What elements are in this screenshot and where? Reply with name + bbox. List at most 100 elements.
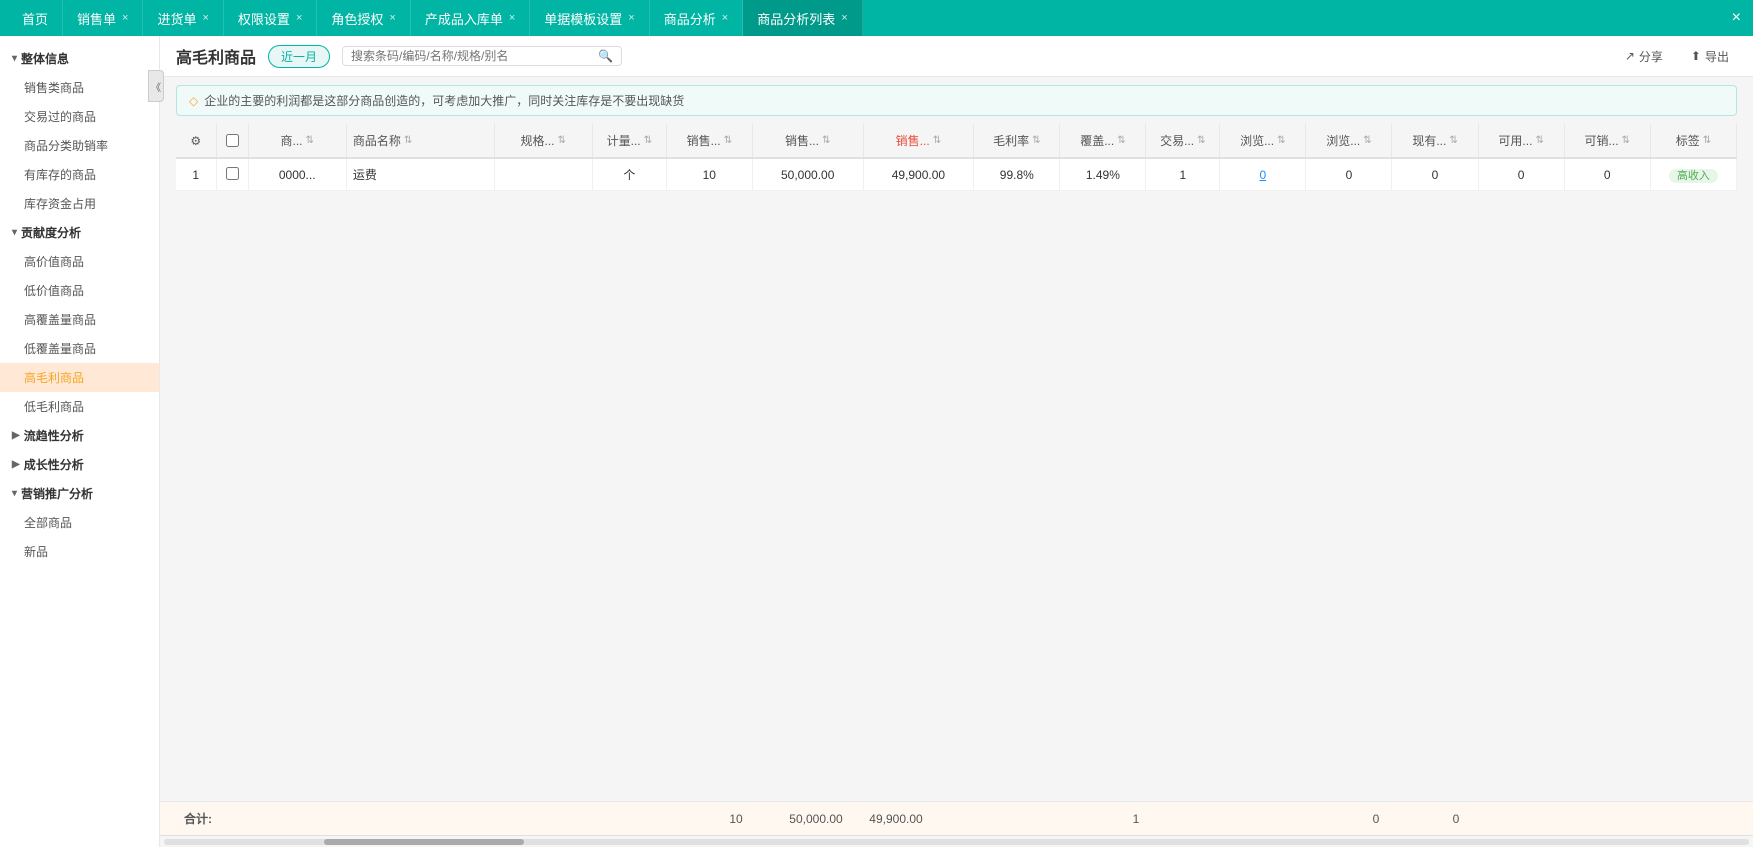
- sidebar-group-contribution[interactable]: ▾ 贡献度分析: [0, 218, 159, 247]
- window-close-icon[interactable]: ×: [1732, 9, 1741, 27]
- select-all-checkbox[interactable]: [226, 134, 239, 147]
- nav-permissions-close[interactable]: ×: [296, 12, 302, 24]
- nav-stock-in[interactable]: 产成品入库单 ×: [411, 0, 530, 36]
- nav-template-close[interactable]: ×: [628, 12, 634, 24]
- nav-stock-in-close[interactable]: ×: [509, 12, 515, 24]
- sidebar-group-marketing[interactable]: ▾ 营销推广分析: [0, 479, 159, 508]
- sidebar-item-high-value[interactable]: 高价值商品: [0, 247, 159, 276]
- sidebar-item-all-goods[interactable]: 全部商品: [0, 508, 159, 537]
- cell-unit: 个: [592, 158, 666, 191]
- sidebar-item-high-coverage[interactable]: 高覆盖量商品: [0, 305, 159, 334]
- export-icon: ⬆: [1691, 49, 1701, 63]
- sort-icon-unit: ⇅: [644, 135, 652, 146]
- arrow-trend: ▶: [12, 430, 20, 441]
- sidebar: ▾ 整体信息 销售类商品 交易过的商品 商品分类助销率 有库存的商品 库存资金占…: [0, 36, 160, 847]
- sort-icon-name: ⇅: [404, 135, 412, 146]
- sort-icon-trade: ⇅: [1197, 135, 1205, 146]
- page-title: 高毛利商品: [176, 44, 256, 68]
- footer-label: 合计:: [176, 810, 376, 827]
- nav-sales[interactable]: 销售单 ×: [63, 0, 143, 36]
- nav-roles[interactable]: 角色授权 ×: [317, 0, 410, 36]
- col-header-browse2[interactable]: 浏览... ⇅: [1306, 124, 1392, 158]
- sidebar-item-new-goods[interactable]: 新品: [0, 537, 159, 566]
- cell-current: 0: [1392, 158, 1478, 191]
- scrollbar-thumb[interactable]: [324, 839, 524, 845]
- cell-tag: 高收入: [1650, 158, 1736, 191]
- header-actions: ↗ 分享 ⬆ 导出: [1617, 46, 1737, 67]
- export-btn[interactable]: ⬆ 导出: [1683, 46, 1737, 67]
- col-header-browse1[interactable]: 浏览... ⇅: [1220, 124, 1306, 158]
- cell-code: 0000...: [248, 158, 346, 191]
- nav-home[interactable]: 首页: [8, 0, 63, 36]
- info-icon: ◇: [189, 94, 198, 108]
- sidebar-item-high-margin[interactable]: 高毛利商品: [0, 363, 159, 392]
- sidebar-collapse-btn[interactable]: 《: [148, 70, 164, 102]
- col-header-saleable[interactable]: 可销... ⇅: [1564, 124, 1650, 158]
- sidebar-group-growth[interactable]: ▶ 成长性分析: [0, 450, 159, 479]
- cell-trade: 1: [1146, 158, 1220, 191]
- cell-spec: [494, 158, 592, 191]
- sidebar-group-trend[interactable]: ▶ 流趋性分析: [0, 421, 159, 450]
- sidebar-group-overall[interactable]: ▾ 整体信息: [0, 44, 159, 73]
- nav-analysis-list[interactable]: 商品分析列表 ×: [743, 0, 862, 36]
- nav-purchase[interactable]: 进货单 ×: [143, 0, 223, 36]
- col-header-sales-qty[interactable]: 销售... ⇅: [666, 124, 752, 158]
- sort-icon-gross-rate: ⇅: [1032, 135, 1040, 146]
- sort-icon-browse2: ⇅: [1363, 135, 1371, 146]
- bottom-scrollbar[interactable]: [160, 835, 1753, 847]
- info-banner: ◇ 企业的主要的利润都是这部分商品创造的，可考虑加大推广，同时关注库存是不要出现…: [176, 85, 1737, 116]
- cell-gross-rate: 99.8%: [974, 158, 1060, 191]
- cell-check[interactable]: [216, 158, 248, 191]
- sidebar-item-stocked-goods[interactable]: 有库存的商品: [0, 160, 159, 189]
- sort-icon-saleable: ⇅: [1622, 135, 1630, 146]
- col-header-gross-rate[interactable]: 毛利率 ⇅: [974, 124, 1060, 158]
- row-checkbox[interactable]: [226, 167, 239, 180]
- filter-btn-month[interactable]: 近一月: [268, 45, 330, 68]
- arrow-overall: ▾: [12, 53, 17, 64]
- sidebar-item-category-rate[interactable]: 商品分类助销率: [0, 131, 159, 160]
- col-header-current[interactable]: 现有... ⇅: [1392, 124, 1478, 158]
- sort-icon-code: ⇅: [306, 135, 314, 146]
- col-header-settings[interactable]: ⚙: [176, 124, 216, 158]
- col-header-sales-amt[interactable]: 销售... ⇅: [752, 124, 863, 158]
- col-header-available[interactable]: 可用... ⇅: [1478, 124, 1564, 158]
- sidebar-item-stock-capital[interactable]: 库存资金占用: [0, 189, 159, 218]
- table-body: 1 0000... 运费 个 10 50,000.00 49,900.00 99…: [176, 158, 1737, 191]
- nav-sales-close[interactable]: ×: [122, 12, 128, 24]
- col-header-check[interactable]: [216, 124, 248, 158]
- sidebar-item-low-coverage[interactable]: 低覆盖量商品: [0, 334, 159, 363]
- col-header-sales-profit[interactable]: 销售... ⇅: [863, 124, 974, 158]
- scrollbar-track: [164, 839, 1749, 845]
- nav-purchase-close[interactable]: ×: [202, 12, 208, 24]
- nav-analysis-list-close[interactable]: ×: [841, 12, 847, 24]
- col-header-name[interactable]: 商品名称 ⇅: [346, 124, 494, 158]
- table-footer: 合计: 10 50,000.00 49,900.00 1 0 0: [160, 801, 1753, 835]
- top-nav: 首页 销售单 × 进货单 × 权限设置 × 角色授权 × 产成品入库单 × 单据…: [0, 0, 1753, 36]
- sidebar-item-low-value[interactable]: 低价值商品: [0, 276, 159, 305]
- sidebar-item-traded-goods[interactable]: 交易过的商品: [0, 102, 159, 131]
- nav-analysis-close[interactable]: ×: [722, 12, 728, 24]
- col-header-coverage[interactable]: 覆盖... ⇅: [1060, 124, 1146, 158]
- nav-roles-close[interactable]: ×: [389, 12, 395, 24]
- search-icon[interactable]: 🔍: [598, 49, 613, 63]
- cell-sales-amount: 50,000.00: [752, 158, 863, 191]
- cell-browse1[interactable]: 0: [1220, 158, 1306, 191]
- nav-analysis[interactable]: 商品分析 ×: [650, 0, 743, 36]
- col-header-tag[interactable]: 标签 ⇅: [1650, 124, 1736, 158]
- nav-template[interactable]: 单据模板设置 ×: [530, 0, 649, 36]
- nav-permissions[interactable]: 权限设置 ×: [224, 0, 317, 36]
- table-wrapper[interactable]: ⚙ 商... ⇅ 商品名称: [160, 124, 1753, 801]
- footer-sales-profit: 49,900.00: [856, 812, 936, 826]
- share-btn[interactable]: ↗ 分享: [1617, 46, 1671, 67]
- search-input[interactable]: [351, 49, 598, 63]
- sort-icon-coverage: ⇅: [1117, 135, 1125, 146]
- col-header-code[interactable]: 商... ⇅: [248, 124, 346, 158]
- footer-sales-amount: 50,000.00: [776, 812, 856, 826]
- cell-name: 运费: [346, 158, 494, 191]
- sidebar-item-low-margin[interactable]: 低毛利商品: [0, 392, 159, 421]
- col-header-unit[interactable]: 计量... ⇅: [592, 124, 666, 158]
- col-header-trade[interactable]: 交易... ⇅: [1146, 124, 1220, 158]
- footer-sales-qty: 10: [696, 812, 776, 826]
- col-header-spec[interactable]: 规格... ⇅: [494, 124, 592, 158]
- sidebar-item-sales-goods[interactable]: 销售类商品: [0, 73, 159, 102]
